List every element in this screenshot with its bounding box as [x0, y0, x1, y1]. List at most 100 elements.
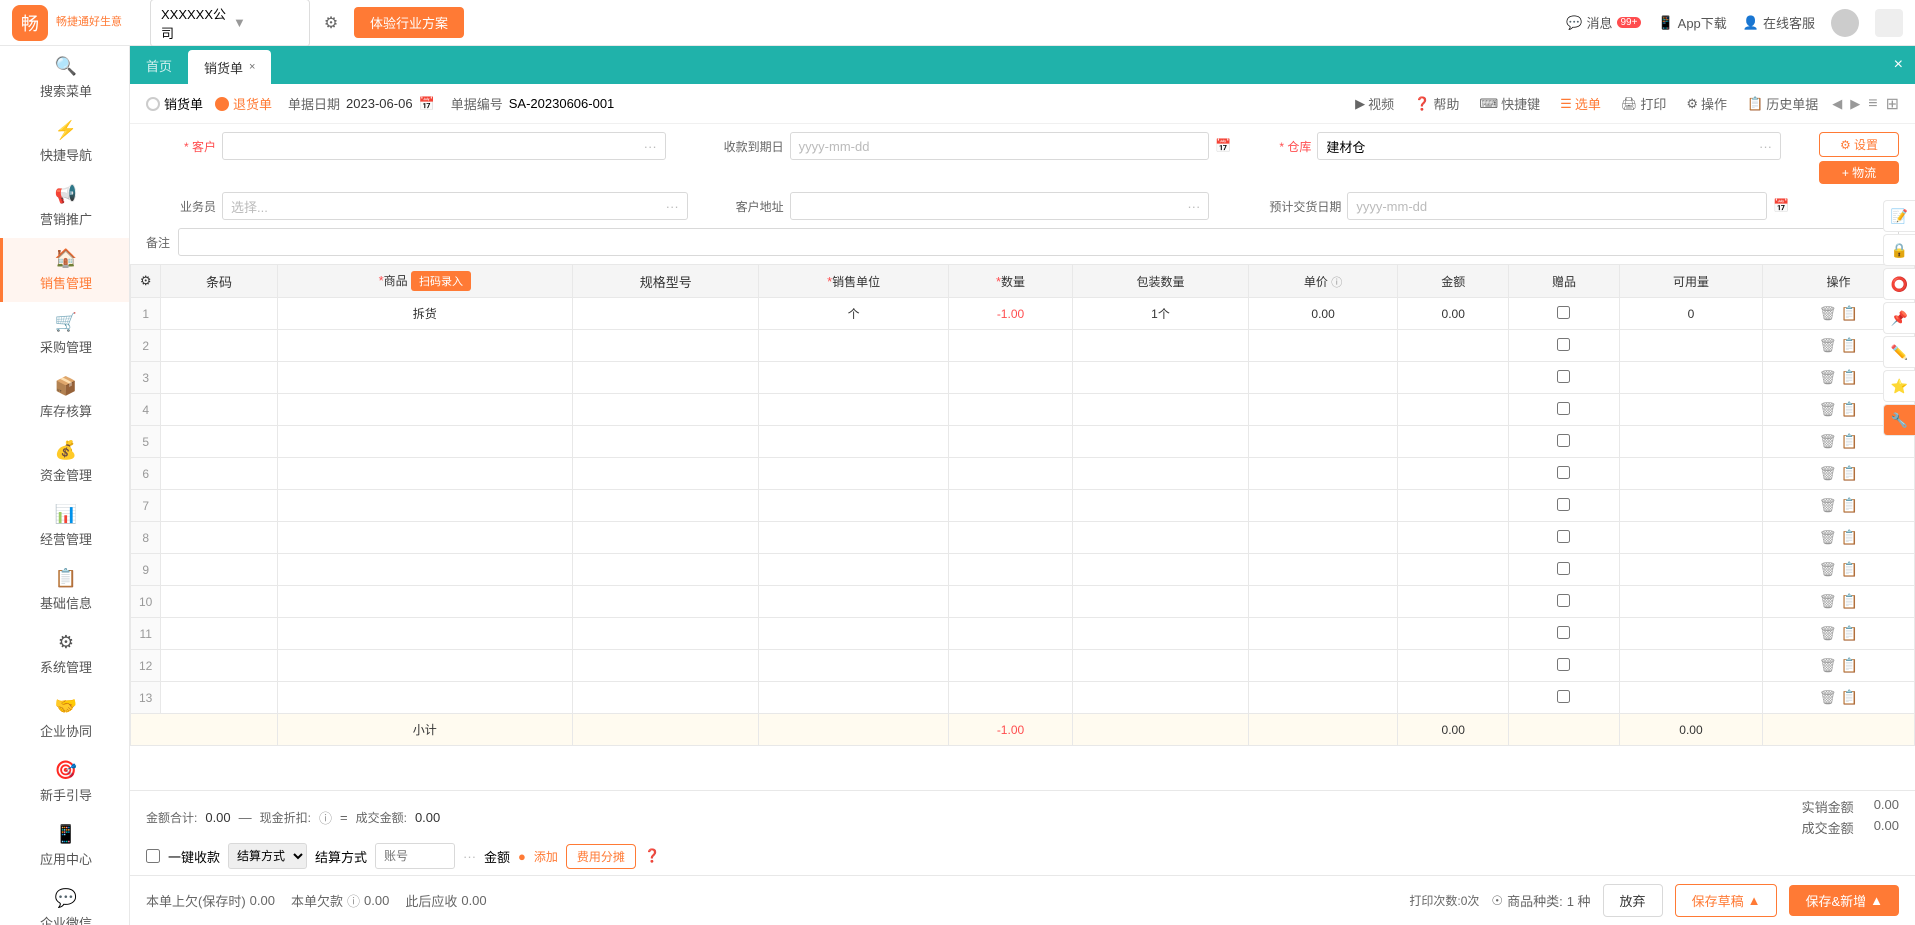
- copy-icon[interactable]: 📋: [1841, 593, 1858, 610]
- delete-icon[interactable]: 🗑: [1819, 465, 1837, 482]
- discount-help-icon[interactable]: ⓘ: [319, 808, 332, 827]
- date-value[interactable]: 2023-06-06: [346, 96, 413, 111]
- notes-input[interactable]: [178, 228, 1899, 256]
- sidebar-item-inventory[interactable]: 📦 库存核算: [0, 366, 129, 430]
- messages-button[interactable]: 💬 消息 99+: [1566, 13, 1641, 32]
- view-list-icon[interactable]: ≡: [1868, 95, 1877, 113]
- sidebar-item-basics[interactable]: 📋 基础信息: [0, 558, 129, 622]
- copy-icon[interactable]: 📋: [1841, 401, 1858, 418]
- delete-icon[interactable]: 🗑: [1819, 593, 1837, 610]
- history-btn[interactable]: 📋 历史单据: [1741, 92, 1824, 115]
- delivery-cal-icon[interactable]: 📅: [1773, 198, 1803, 214]
- customer-dots-icon[interactable]: ···: [644, 139, 657, 154]
- select-form-btn[interactable]: ☰ 选单: [1554, 92, 1607, 115]
- expense-help-icon[interactable]: ❓: [644, 848, 660, 864]
- nav-prev-icon[interactable]: ◀: [1832, 96, 1842, 112]
- row-1-gift[interactable]: [1509, 298, 1620, 330]
- copy-icon[interactable]: 📋: [1841, 529, 1858, 546]
- copy-icon[interactable]: 📋: [1841, 465, 1858, 482]
- view-grid-icon[interactable]: ⊞: [1886, 94, 1899, 114]
- row-1-pkg-qty[interactable]: 1个: [1073, 298, 1249, 330]
- copy-icon[interactable]: 📋: [1841, 689, 1858, 706]
- right-float-btn-7[interactable]: 🔧: [1883, 404, 1915, 436]
- radio-sales-order[interactable]: 销货单: [146, 94, 203, 113]
- row-1-gift-checkbox[interactable]: [1557, 306, 1570, 319]
- sidebar-item-quick-nav[interactable]: ⚡ 快捷导航: [0, 110, 129, 174]
- copy-icon[interactable]: 📋: [1841, 369, 1858, 386]
- customer-input[interactable]: ···: [222, 132, 666, 160]
- sidebar-item-guide[interactable]: 🎯 新手引导: [0, 750, 129, 814]
- sidebar-item-search[interactable]: 🔍 搜索菜单: [0, 46, 129, 110]
- table-gear-icon[interactable]: ⚙: [140, 273, 152, 288]
- right-float-btn-2[interactable]: 🔒: [1883, 234, 1915, 266]
- video-btn[interactable]: ▶ 视频: [1349, 92, 1400, 115]
- user-avatar[interactable]: [1831, 9, 1859, 37]
- right-float-btn-6[interactable]: ⭐: [1883, 370, 1915, 402]
- copy-icon[interactable]: 📋: [1841, 433, 1858, 450]
- sidebar-item-apps[interactable]: 📱 应用中心: [0, 814, 129, 878]
- product-type-icon[interactable]: ☉: [1491, 893, 1503, 909]
- help-btn[interactable]: ❓ 帮助: [1408, 92, 1465, 115]
- delete-icon[interactable]: 🗑: [1819, 657, 1837, 674]
- copy-icon[interactable]: 📋: [1841, 625, 1858, 642]
- collection-date-input[interactable]: yyyy-mm-dd: [790, 132, 1210, 160]
- warehouse-dots-icon[interactable]: ···: [1759, 139, 1772, 154]
- tab-close-icon[interactable]: ×: [249, 61, 255, 73]
- copy-icon[interactable]: 📋: [1841, 657, 1858, 674]
- salesperson-input[interactable]: 选择... ···: [222, 192, 688, 220]
- delete-icon[interactable]: 🗑: [1819, 433, 1837, 450]
- save-new-button[interactable]: 保存&新增 ▲: [1789, 885, 1899, 916]
- delete-icon[interactable]: 🗑: [1819, 337, 1837, 354]
- sidebar-item-finance[interactable]: 💰 资金管理: [0, 430, 129, 494]
- row-1-spec[interactable]: [573, 298, 759, 330]
- copy-icon[interactable]: 📋: [1841, 561, 1858, 578]
- user-menu-icon[interactable]: [1875, 9, 1903, 37]
- copy-icon[interactable]: 📋: [1841, 497, 1858, 514]
- sidebar-item-marketing[interactable]: 📢 营销推广: [0, 174, 129, 238]
- one-click-payment-checkbox[interactable]: [146, 849, 160, 863]
- delete-icon[interactable]: 🗑: [1819, 529, 1837, 546]
- customer-address-input[interactable]: ···: [790, 192, 1210, 220]
- sidebar-item-system[interactable]: ⚙ 系统管理: [0, 622, 129, 686]
- sidebar-item-wechat[interactable]: 💬 企业微信: [0, 878, 129, 925]
- row-1-unit[interactable]: 个: [759, 298, 948, 330]
- row-1-price[interactable]: 0.00: [1248, 298, 1397, 330]
- expense-split-button[interactable]: 费用分摊: [566, 844, 636, 869]
- close-all-button[interactable]: ×: [1890, 52, 1907, 77]
- company-selector[interactable]: XXXXXX公司 ▼: [150, 0, 310, 47]
- print-btn[interactable]: 🖨 打印: [1615, 92, 1673, 115]
- settings-button[interactable]: ⚙: [316, 8, 346, 38]
- row-1-qty[interactable]: -1.00: [948, 298, 1072, 330]
- tab-home[interactable]: 首页: [130, 46, 188, 84]
- right-float-btn-4[interactable]: 📌: [1883, 302, 1915, 334]
- row-1-delete-icon[interactable]: 🗑: [1819, 305, 1837, 322]
- warehouse-input[interactable]: 建材仓 ···: [1317, 132, 1781, 160]
- salesperson-dots-icon[interactable]: ···: [666, 199, 679, 214]
- sidebar-item-purchase[interactable]: 🛒 采购管理: [0, 302, 129, 366]
- delete-icon[interactable]: 🗑: [1819, 369, 1837, 386]
- nav-next-icon[interactable]: ▶: [1850, 96, 1860, 112]
- right-float-btn-3[interactable]: ⭕: [1883, 268, 1915, 300]
- sidebar-item-collab[interactable]: 🤝 企业协同: [0, 686, 129, 750]
- row-1-copy-icon[interactable]: 📋: [1841, 305, 1858, 322]
- row-1-barcode[interactable]: [161, 298, 277, 330]
- address-dots-icon[interactable]: ···: [1187, 199, 1200, 214]
- sidebar-item-operations[interactable]: 📊 经营管理: [0, 494, 129, 558]
- shortcuts-btn[interactable]: ⌨ 快捷键: [1473, 92, 1546, 115]
- total-owed-help[interactable]: ⓘ: [347, 891, 360, 910]
- delete-icon[interactable]: 🗑: [1819, 625, 1837, 642]
- add-button[interactable]: 添加: [534, 848, 558, 865]
- calendar-icon[interactable]: 📅: [419, 96, 435, 112]
- account-dots-icon[interactable]: ···: [463, 849, 476, 864]
- radio-return-order[interactable]: 退货单: [215, 94, 272, 113]
- logistics-button[interactable]: + 物流: [1819, 161, 1899, 184]
- settlement-method-select[interactable]: 结算方式: [228, 843, 307, 869]
- delete-icon[interactable]: 🗑: [1819, 497, 1837, 514]
- delete-icon[interactable]: 🗑: [1819, 561, 1837, 578]
- operations-btn[interactable]: ⚙ 操作: [1680, 92, 1733, 115]
- app-download-button[interactable]: 📱 App下载: [1657, 13, 1726, 32]
- abandon-button[interactable]: 放弃: [1603, 884, 1663, 917]
- online-service-button[interactable]: 👤 在线客服: [1743, 13, 1815, 32]
- setup-button[interactable]: ⚙ 设置: [1819, 132, 1899, 157]
- save-draft-button[interactable]: 保存草稿 ▲: [1675, 884, 1778, 917]
